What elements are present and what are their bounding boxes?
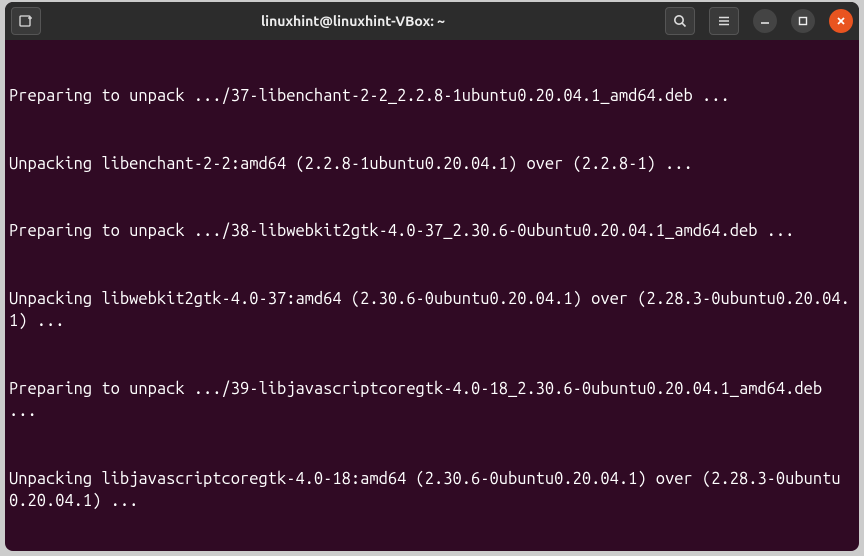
terminal-line: Preparing to unpack .../38-libwebkit2gtk… [9, 220, 855, 243]
close-button[interactable] [829, 9, 853, 33]
maximize-button[interactable] [791, 9, 815, 33]
close-icon [835, 15, 847, 27]
maximize-icon [797, 15, 809, 27]
new-tab-button[interactable] [11, 7, 41, 35]
titlebar: linuxhint@linuxhint-VBox: ~ [5, 2, 859, 40]
titlebar-left [11, 7, 41, 35]
window-title: linuxhint@linuxhint-VBox: ~ [47, 13, 659, 29]
terminal-line: Preparing to unpack .../39-libjavascript… [9, 378, 855, 423]
terminal-line: Preparing to unpack .../37-libenchant-2-… [9, 85, 855, 108]
menu-button[interactable] [709, 7, 739, 35]
terminal-line: Unpacking libjavascriptcoregtk-4.0-18:am… [9, 468, 855, 513]
hamburger-icon [716, 13, 732, 29]
search-button[interactable] [665, 7, 695, 35]
new-tab-icon [18, 13, 34, 29]
terminal-output[interactable]: Preparing to unpack .../37-libenchant-2-… [5, 40, 859, 551]
minimize-icon [759, 15, 771, 27]
terminal-line: Unpacking libwebkit2gtk-4.0-37:amd64 (2.… [9, 288, 855, 333]
terminal-window: linuxhint@linuxhint-VBox: ~ [5, 2, 859, 551]
titlebar-right [665, 7, 853, 35]
terminal-line: Unpacking libenchant-2-2:amd64 (2.2.8-1u… [9, 153, 855, 176]
search-icon [672, 13, 688, 29]
minimize-button[interactable] [753, 9, 777, 33]
